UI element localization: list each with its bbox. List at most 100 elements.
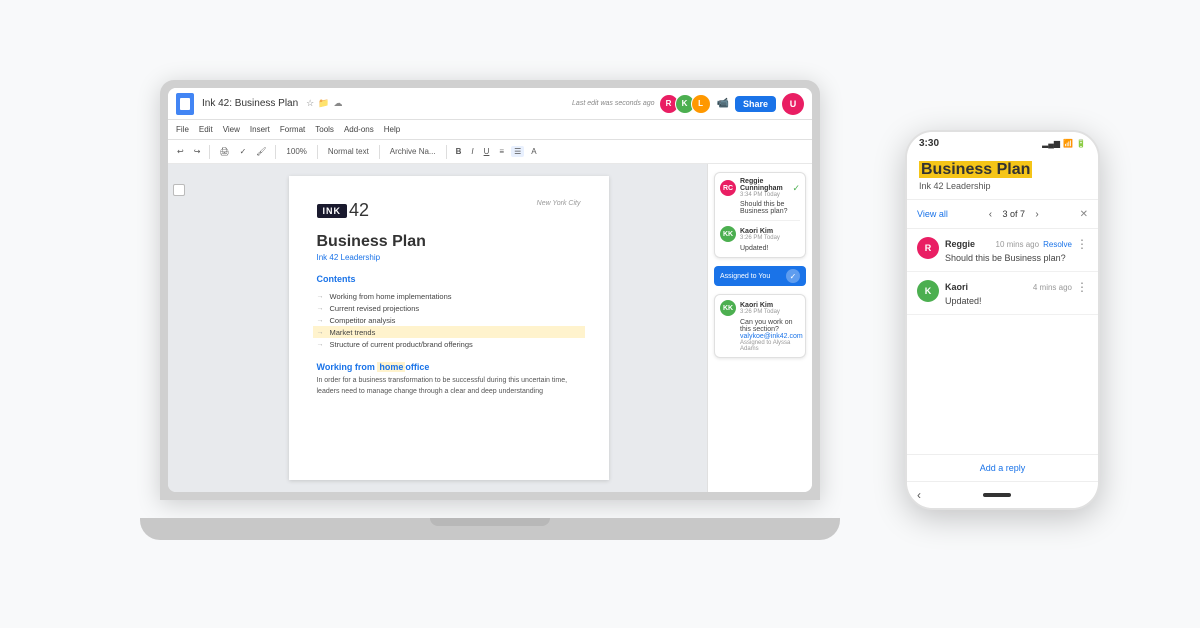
zoom-dropdown[interactable]: 100% bbox=[282, 146, 310, 157]
star-icon[interactable]: ☆ bbox=[306, 98, 314, 109]
phone-status-icons: ▂▄▆ 📶 🔋 bbox=[1042, 139, 1086, 148]
section2-post: office bbox=[405, 362, 429, 372]
meeting-icon[interactable]: 📹 bbox=[717, 98, 729, 109]
next-comment-button[interactable]: › bbox=[1029, 206, 1045, 222]
section2-highlight: home bbox=[377, 362, 405, 372]
doc-title-icons: ☆ 📁 ☁ bbox=[306, 98, 342, 109]
doc-contents-list: Working from home implementations Curren… bbox=[317, 290, 581, 350]
docs-comments-panel: RC Reggie Cunningham 3:34 PM Today ✓ Sho… bbox=[707, 164, 812, 492]
wifi-icon: 📶 bbox=[1063, 139, 1073, 148]
docs-page: INK 42 New York City Business Plan Ink 4… bbox=[289, 176, 609, 480]
comment-3-header: KK Kaori Kim 3:26 PM Today bbox=[720, 300, 800, 316]
phone-doc-subtitle: Ink 42 Leadership bbox=[919, 181, 1086, 191]
section2-pre: Working from bbox=[317, 362, 378, 372]
bold-button[interactable]: B bbox=[453, 146, 465, 157]
phone-comments-section: View all ‹ 3 of 7 › ✕ R Reggie 10 mins a… bbox=[907, 200, 1098, 481]
comment-3-meta: Kaori Kim 3:26 PM Today bbox=[740, 302, 800, 315]
style-dropdown[interactable]: Normal text bbox=[324, 146, 373, 157]
phone-comment-2-avatar: K bbox=[917, 280, 939, 302]
assigned-check-icon[interactable]: ✓ bbox=[786, 269, 800, 283]
align-left-button[interactable]: ≡ bbox=[496, 146, 507, 157]
scene: Ink 42: Business Plan ☆ 📁 ☁ Last edit wa… bbox=[0, 0, 1200, 628]
comment-2-time: 3:26 PM Today bbox=[740, 235, 800, 241]
menu-help[interactable]: Help bbox=[384, 125, 400, 134]
phone: 3:30 ▂▄▆ 📶 🔋 Business Plan Ink 42 Leader… bbox=[905, 130, 1100, 510]
phone-comments-header: View all ‹ 3 of 7 › ✕ bbox=[907, 200, 1098, 229]
phone-comment-1-body: Reggie 10 mins ago Resolve ⋮ Should this… bbox=[945, 237, 1088, 263]
assigned-label: Assigned to You bbox=[720, 273, 770, 280]
list-item-1: Working from home implementations bbox=[317, 290, 581, 302]
comment-3-time: 3:26 PM Today bbox=[740, 309, 800, 315]
docs-sidebar-ruler bbox=[168, 164, 190, 492]
last-edit-label: Last edit was seconds ago bbox=[572, 100, 655, 107]
phone-comment-1-meta-right: 10 mins ago Resolve ⋮ bbox=[996, 237, 1089, 251]
paint-format-button[interactable]: 🖌 bbox=[253, 146, 269, 157]
menu-insert[interactable]: Insert bbox=[250, 125, 270, 134]
phone-comment-2-meta-right: 4 mins ago ⋮ bbox=[1033, 280, 1088, 294]
comment-3-avatar: KK bbox=[720, 300, 736, 316]
signal-icon: ▂▄▆ bbox=[1042, 139, 1060, 148]
doc-title-label: Ink 42: Business Plan bbox=[202, 98, 298, 109]
comment-2-meta: Kaori Kim 3:26 PM Today bbox=[740, 228, 800, 241]
ruler-icon bbox=[173, 184, 185, 196]
laptop-screen: Ink 42: Business Plan ☆ 📁 ☁ Last edit wa… bbox=[160, 80, 820, 500]
list-item-4: Market trends bbox=[313, 326, 585, 338]
folder-icon[interactable]: 📁 bbox=[318, 98, 329, 109]
more-options-button-2[interactable]: ⋮ bbox=[1076, 280, 1088, 294]
phone-comment-1: R Reggie 10 mins ago Resolve ⋮ Should th… bbox=[907, 229, 1098, 272]
format-sep-2 bbox=[275, 145, 276, 159]
pagination-info: 3 of 7 bbox=[1002, 209, 1025, 219]
phone-comment-2-text: Updated! bbox=[945, 296, 1088, 306]
comment-1-meta: Reggie Cunningham 3:34 PM Today bbox=[740, 178, 788, 198]
ink-badge: INK bbox=[317, 204, 348, 218]
doc-section2-title: Working from homeoffice bbox=[317, 362, 581, 372]
print-button[interactable]: 🖨 bbox=[216, 146, 232, 157]
font-dropdown[interactable]: Archive Na... bbox=[386, 146, 440, 157]
resolve-button[interactable]: Resolve bbox=[1043, 240, 1072, 249]
doc-logo-num: 42 bbox=[349, 200, 369, 221]
menu-tools[interactable]: Tools bbox=[315, 125, 334, 134]
comment-1: RC Reggie Cunningham 3:34 PM Today ✓ Sho… bbox=[714, 172, 806, 258]
comments-pagination: ‹ 3 of 7 › bbox=[982, 206, 1045, 222]
spellcheck-button[interactable]: ✓ bbox=[237, 146, 250, 157]
comment-1-check-icon: ✓ bbox=[792, 183, 800, 194]
comment-2-author: Kaori Kim bbox=[740, 228, 800, 235]
cloud-icon: ☁ bbox=[333, 98, 342, 109]
doc-logo: INK 42 bbox=[317, 200, 370, 221]
undo-button[interactable]: ↩ bbox=[174, 146, 187, 157]
phone-comment-2-time: 4 mins ago bbox=[1033, 283, 1072, 292]
menu-addons[interactable]: Add-ons bbox=[344, 125, 374, 134]
menu-format[interactable]: Format bbox=[280, 125, 305, 134]
phone-home-indicator[interactable] bbox=[983, 493, 1011, 497]
phone-status-bar: 3:30 ▂▄▆ 📶 🔋 bbox=[907, 132, 1098, 151]
redo-button[interactable]: ↪ bbox=[191, 146, 204, 157]
underline-button[interactable]: U bbox=[481, 146, 493, 157]
user-avatar[interactable]: U bbox=[782, 93, 804, 115]
assigned-badge: Assigned to You ✓ bbox=[714, 266, 806, 286]
more-options-button-1[interactable]: ⋮ bbox=[1076, 237, 1088, 251]
add-reply-button[interactable]: Add a reply bbox=[907, 454, 1098, 481]
phone-time: 3:30 bbox=[919, 138, 939, 149]
comment-reply-link[interactable]: valykoe@ink42.com bbox=[740, 333, 800, 340]
phone-doc-title-wrapper: Business Plan bbox=[919, 161, 1086, 179]
comment-2-avatar: KK bbox=[720, 226, 736, 242]
menu-file[interactable]: File bbox=[176, 125, 189, 134]
docs-page-wrapper: INK 42 New York City Business Plan Ink 4… bbox=[190, 164, 707, 492]
format-sep-1 bbox=[209, 145, 210, 159]
view-all-link[interactable]: View all bbox=[917, 209, 948, 219]
italic-button[interactable]: I bbox=[468, 146, 476, 157]
list-item-2: Current revised projections bbox=[317, 302, 581, 314]
back-nav-button[interactable]: ‹ bbox=[917, 488, 921, 502]
share-button[interactable]: Share bbox=[735, 96, 776, 112]
comment-2-text: Updated! bbox=[740, 245, 800, 252]
align-center-button[interactable]: ☰ bbox=[511, 146, 524, 157]
color-button[interactable]: A bbox=[528, 146, 539, 157]
phone-comment-1-text: Should this be Business plan? bbox=[945, 253, 1088, 263]
prev-comment-button[interactable]: ‹ bbox=[982, 206, 998, 222]
menu-view[interactable]: View bbox=[223, 125, 240, 134]
phone-doc-title: Business Plan bbox=[919, 161, 1032, 178]
close-comments-button[interactable]: ✕ bbox=[1080, 209, 1088, 220]
battery-icon: 🔋 bbox=[1076, 139, 1086, 148]
google-docs-icon bbox=[176, 93, 194, 115]
menu-edit[interactable]: Edit bbox=[199, 125, 213, 134]
